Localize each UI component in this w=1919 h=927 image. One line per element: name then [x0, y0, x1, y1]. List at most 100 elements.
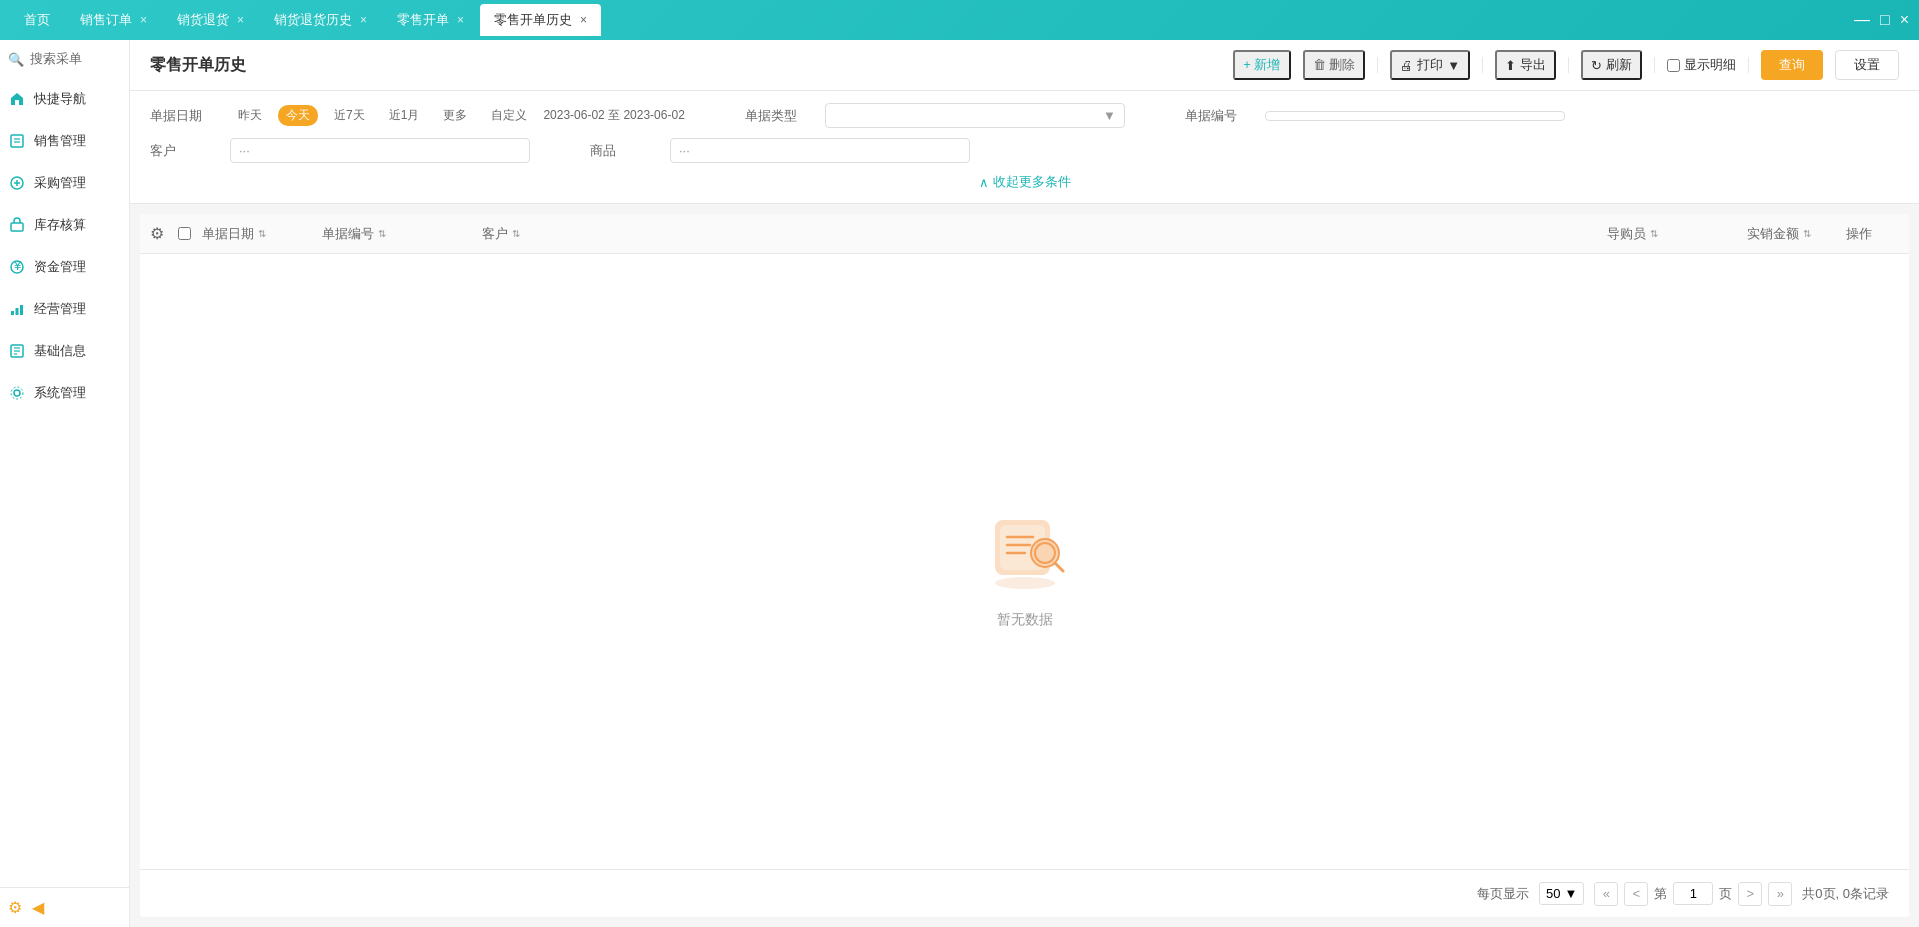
table-settings-icon[interactable]: ⚙ [150, 224, 164, 243]
sidebar-item-basic-info[interactable]: 基础信息 [0, 330, 129, 372]
select-all-checkbox[interactable] [178, 227, 191, 240]
per-page-select[interactable]: 50 ▼ [1539, 882, 1584, 905]
toolbar-divider-5 [1748, 57, 1749, 73]
next-page-btn[interactable]: > [1738, 882, 1762, 906]
sidebar-item-quick-nav[interactable]: 快捷导航 [0, 78, 129, 120]
svg-point-15 [11, 387, 23, 399]
window-min-btn[interactable]: — [1854, 11, 1870, 29]
date-btn-custom[interactable]: 自定义 [483, 105, 535, 126]
close-sales-order-tab[interactable]: × [140, 13, 147, 27]
toolbar-divider-4 [1654, 57, 1655, 73]
sidebar-settings-btn[interactable]: ⚙ [8, 898, 22, 917]
tab-sales-return[interactable]: 销货退货 × [163, 4, 258, 36]
sidebar-item-business[interactable]: 经营管理 [0, 288, 129, 330]
tab-sales-return-history[interactable]: 销货退货历史 × [260, 4, 381, 36]
col-order-no[interactable]: 单据编号 ⇅ [314, 225, 474, 243]
sidebar-item-purchase-mgmt[interactable]: 采购管理 [0, 162, 129, 204]
window-max-btn[interactable]: □ [1880, 11, 1890, 29]
refresh-button[interactable]: ↻ 刷新 [1581, 50, 1642, 80]
settings-button[interactable]: 设置 [1835, 50, 1899, 80]
col-amount[interactable]: 实销金额 ⇅ [1699, 225, 1819, 243]
page-number-input[interactable] [1673, 882, 1713, 905]
per-page-label: 每页显示 [1477, 885, 1529, 903]
tab-sales-order[interactable]: 销售订单 × [66, 4, 161, 36]
finance-icon: ¥ [8, 258, 26, 276]
sidebar: 🔍 搜索采单 快捷导航 销售管理 采购管理 库存核算 [0, 40, 130, 927]
sidebar-search[interactable]: 🔍 搜索采单 [0, 40, 129, 78]
tab-home[interactable]: 首页 [10, 4, 64, 36]
sales-icon [8, 132, 26, 150]
date-btn-7days[interactable]: 近7天 [326, 105, 373, 126]
order-no-label: 单据编号 [1185, 107, 1245, 125]
date-btn-today[interactable]: 今天 [278, 105, 318, 126]
tab-retail-history[interactable]: 零售开单历史 × [480, 4, 601, 36]
add-button[interactable]: + 新增 [1233, 50, 1290, 80]
sidebar-collapse-btn[interactable]: ◀ [32, 898, 44, 917]
empty-illustration [975, 495, 1075, 595]
refresh-icon: ↻ [1591, 58, 1602, 73]
order-type-label: 单据类型 [745, 107, 805, 125]
purchase-icon [8, 174, 26, 192]
system-icon [8, 384, 26, 402]
date-btn-yesterday[interactable]: 昨天 [230, 105, 270, 126]
date-btn-more[interactable]: 更多 [435, 105, 475, 126]
col-customer-sort[interactable]: ⇅ [512, 228, 520, 239]
delete-button[interactable]: 🗑 删除 [1303, 50, 1366, 80]
toolbar-divider-1 [1377, 57, 1378, 73]
page-label-pre: 第 [1654, 885, 1667, 903]
query-button[interactable]: 查询 [1761, 50, 1823, 80]
col-guide-sort[interactable]: ⇅ [1650, 228, 1658, 239]
sidebar-item-system[interactable]: 系统管理 [0, 372, 129, 414]
col-customer-label: 客户 [482, 225, 508, 243]
first-page-btn[interactable]: « [1594, 882, 1618, 906]
window-close-btn[interactable]: × [1900, 11, 1909, 29]
collapse-button[interactable]: ∧ 收起更多条件 [979, 173, 1071, 191]
per-page-value: 50 [1546, 886, 1560, 901]
sidebar-item-sales-mgmt[interactable]: 销售管理 [0, 120, 129, 162]
close-sales-return-tab[interactable]: × [237, 13, 244, 27]
col-order-no-sort[interactable]: ⇅ [378, 228, 386, 239]
show-detail-checkbox-label[interactable]: 显示明细 [1667, 56, 1736, 74]
product-input[interactable]: ··· [670, 138, 970, 163]
order-no-input[interactable] [1265, 111, 1565, 121]
table-select-all[interactable] [174, 227, 194, 240]
pagination: 每页显示 50 ▼ « < 第 页 > » 共0页, 0条记录 [140, 869, 1909, 917]
sidebar-item-finance[interactable]: ¥ 资金管理 [0, 246, 129, 288]
svg-text:¥: ¥ [13, 259, 22, 273]
toolbar-divider-2 [1482, 57, 1483, 73]
svg-point-14 [14, 390, 20, 396]
print-icon: 🖨 [1400, 58, 1413, 73]
close-sales-return-history-tab[interactable]: × [360, 13, 367, 27]
col-guide[interactable]: 导购员 ⇅ [1599, 225, 1699, 243]
table-header: ⚙ 单据日期 ⇅ 单据编号 ⇅ 客户 ⇅ 导购员 ⇅ [140, 214, 1909, 254]
date-range: 2023-06-02 至 2023-06-02 [543, 107, 684, 124]
sidebar-item-inventory[interactable]: 库存核算 [0, 204, 129, 246]
order-type-select[interactable]: ▼ [825, 103, 1125, 128]
col-date[interactable]: 单据日期 ⇅ [194, 225, 314, 243]
last-page-btn[interactable]: » [1768, 882, 1792, 906]
svg-rect-0 [11, 135, 23, 147]
total-text: 共0页, 0条记录 [1802, 885, 1889, 903]
close-retail-history-tab[interactable]: × [580, 13, 587, 27]
export-button[interactable]: ⬆ 导出 [1495, 50, 1556, 80]
prev-page-btn[interactable]: < [1624, 882, 1648, 906]
svg-rect-4 [11, 223, 23, 231]
date-btn-1month[interactable]: 近1月 [381, 105, 428, 126]
svg-line-24 [1055, 563, 1063, 571]
col-action: 操作 [1819, 225, 1899, 243]
product-label: 商品 [590, 142, 650, 160]
col-amount-sort[interactable]: ⇅ [1803, 228, 1811, 239]
top-nav: 首页 销售订单 × 销货退货 × 销货退货历史 × 零售开单 × 零售开单历史 … [0, 0, 1919, 40]
tab-retail-open[interactable]: 零售开单 × [383, 4, 478, 36]
col-order-no-label: 单据编号 [322, 225, 374, 243]
print-button[interactable]: 🖨 打印 ▼ [1390, 50, 1470, 80]
empty-state: 暂无数据 [140, 254, 1909, 869]
col-customer[interactable]: 客户 ⇅ [474, 225, 1599, 243]
customer-input[interactable]: ··· [230, 138, 530, 163]
col-date-sort[interactable]: ⇅ [258, 228, 266, 239]
main-layout: 🔍 搜索采单 快捷导航 销售管理 采购管理 库存核算 [0, 40, 1919, 927]
sidebar-bottom: ⚙ ◀ [0, 887, 129, 927]
show-detail-checkbox[interactable] [1667, 59, 1680, 72]
col-action-label: 操作 [1846, 225, 1872, 243]
close-retail-open-tab[interactable]: × [457, 13, 464, 27]
